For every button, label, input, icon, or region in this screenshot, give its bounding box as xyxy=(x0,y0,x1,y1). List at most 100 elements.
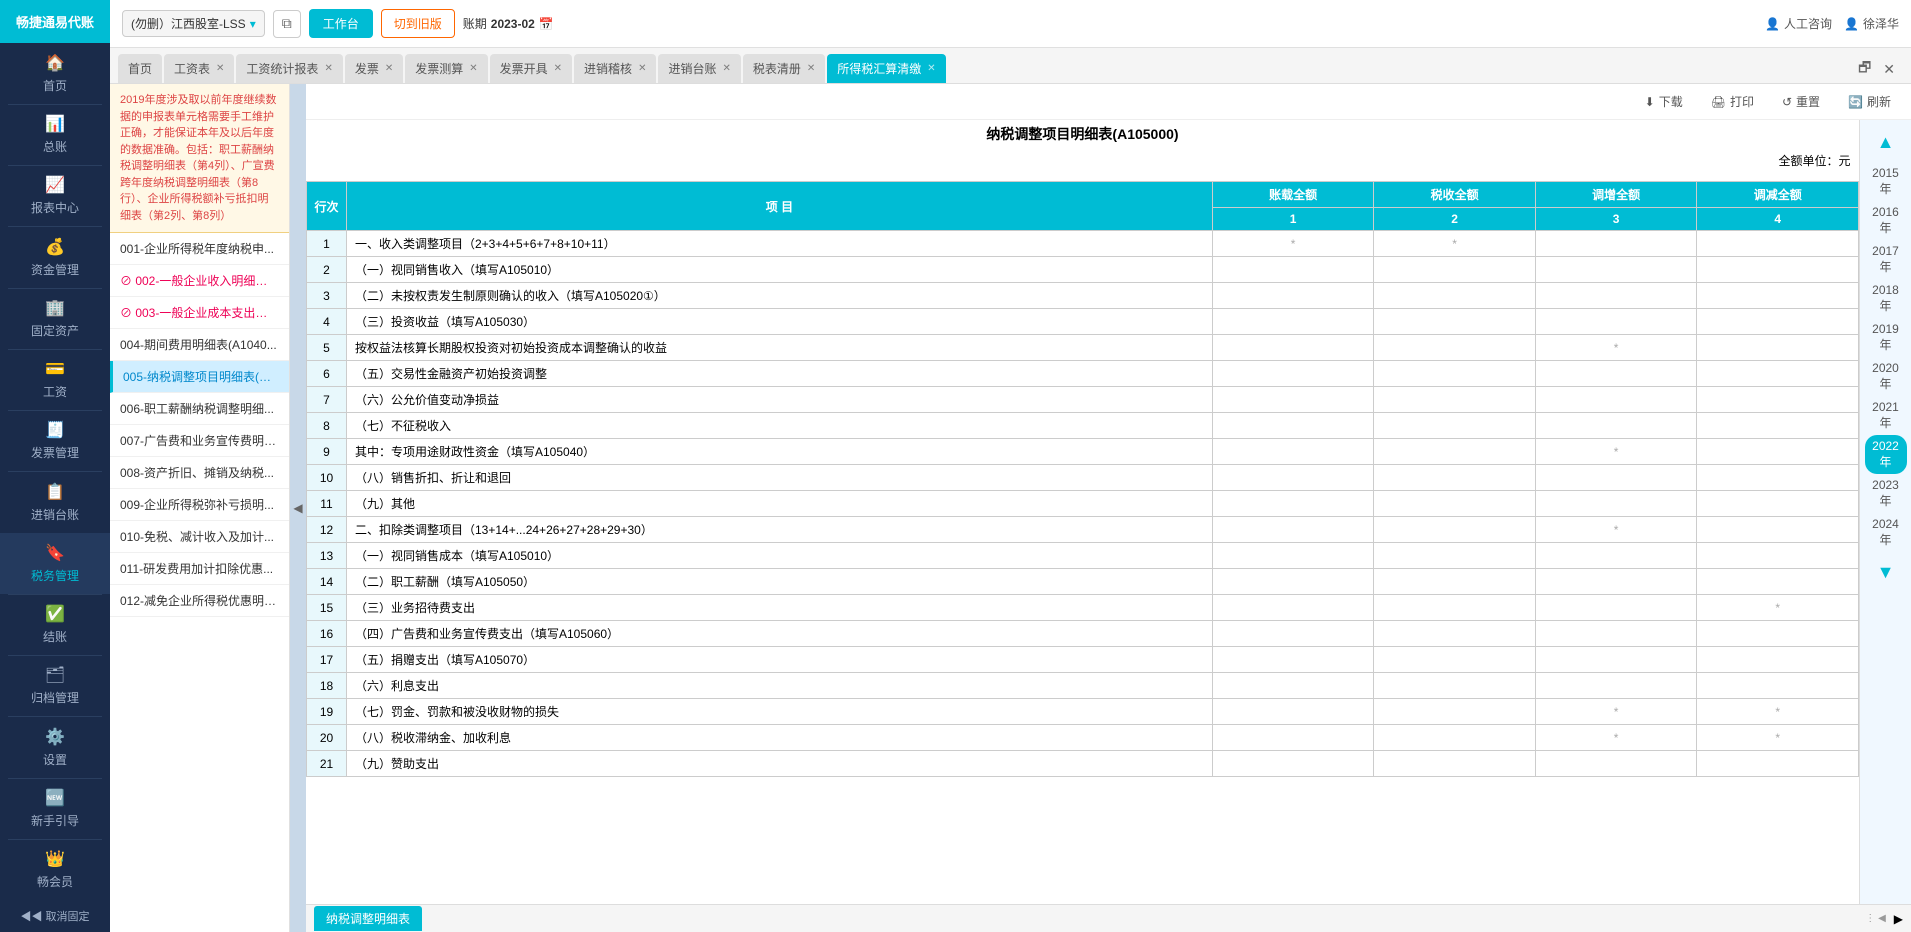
left-nav-004[interactable]: 004-期间费用明细表(A1040... xyxy=(110,329,289,361)
cell-c2[interactable] xyxy=(1374,751,1536,777)
cell-c1[interactable] xyxy=(1212,465,1374,491)
cell-c3[interactable]: * xyxy=(1535,335,1697,361)
tab-invoice-close[interactable]: ✕ xyxy=(385,63,393,74)
cell-c4[interactable]: * xyxy=(1697,725,1859,751)
cell-c1[interactable] xyxy=(1212,647,1374,673)
cell-c3[interactable] xyxy=(1535,309,1697,335)
tab-income-tax[interactable]: 所得税汇算清缴 ✕ xyxy=(827,54,945,83)
cell-c2[interactable] xyxy=(1374,387,1536,413)
left-nav-005[interactable]: 005-纳税调整项目明细表(A1... xyxy=(110,361,289,393)
left-nav-003[interactable]: ⊘ 003-一般企业成本支出明细... xyxy=(110,297,289,329)
cell-c2[interactable] xyxy=(1374,309,1536,335)
cell-c4[interactable]: * xyxy=(1697,699,1859,725)
cell-c4[interactable] xyxy=(1697,569,1859,595)
sidebar-item-asset-mgmt[interactable]: 💰 资金管理 xyxy=(0,227,110,288)
tab-income-tax-close[interactable]: ✕ xyxy=(927,63,935,74)
year-item[interactable]: 2024年 xyxy=(1865,513,1907,552)
tab-input-tax-close[interactable]: ✕ xyxy=(638,63,646,74)
tab-invoice[interactable]: 发票 ✕ xyxy=(345,54,403,83)
tab-salary-report[interactable]: 工资统计报表 ✕ xyxy=(236,54,342,83)
cell-c2[interactable] xyxy=(1374,335,1536,361)
cell-c4[interactable] xyxy=(1697,231,1859,257)
cell-c2[interactable] xyxy=(1374,491,1536,517)
sidebar-item-fixed-asset[interactable]: 🏢 固定资产 xyxy=(0,288,110,349)
cell-c3[interactable]: * xyxy=(1535,725,1697,751)
cell-c3[interactable] xyxy=(1535,621,1697,647)
cell-c4[interactable] xyxy=(1697,283,1859,309)
year-item[interactable]: 2019年 xyxy=(1865,318,1907,357)
cell-c1[interactable] xyxy=(1212,725,1374,751)
company-selector[interactable]: (勿删）江西股室-LSS ▾ xyxy=(122,10,265,37)
sidebar-item-settings[interactable]: ⚙️ 设置 xyxy=(0,717,110,778)
cell-c1[interactable] xyxy=(1212,335,1374,361)
download-button[interactable]: ⬇ 下载 xyxy=(1637,90,1691,113)
left-nav-006[interactable]: 006-职工薪酬纳税调整明细... xyxy=(110,393,289,425)
cell-c4[interactable] xyxy=(1697,621,1859,647)
cell-c4[interactable] xyxy=(1697,647,1859,673)
year-item[interactable]: 2016年 xyxy=(1865,201,1907,240)
cell-c2[interactable] xyxy=(1374,725,1536,751)
cell-c1[interactable] xyxy=(1212,699,1374,725)
sidebar-item-report-center[interactable]: 📈 报表中心 xyxy=(0,165,110,226)
cell-c2[interactable] xyxy=(1374,439,1536,465)
cell-c1[interactable] xyxy=(1212,491,1374,517)
cell-c3[interactable] xyxy=(1535,595,1697,621)
cell-c3[interactable] xyxy=(1535,751,1697,777)
sidebar-item-invoice-mgmt[interactable]: 🧾 发票管理 xyxy=(0,410,110,471)
left-nav-012[interactable]: 012-减免企业所得税优惠明细(... xyxy=(110,585,289,617)
cell-c2[interactable]: * xyxy=(1374,231,1536,257)
sidebar-item-tax-mgmt[interactable]: 🔖 税务管理 xyxy=(0,533,110,594)
cell-c2[interactable] xyxy=(1374,699,1536,725)
cell-c1[interactable] xyxy=(1212,283,1374,309)
tab-home[interactable]: 首页 xyxy=(118,54,162,83)
left-nav-010[interactable]: 010-免税、减计收入及加计... xyxy=(110,521,289,553)
year-scroll-down[interactable]: ▼ xyxy=(1868,554,1904,590)
cell-c1[interactable] xyxy=(1212,413,1374,439)
tab-tax-clear[interactable]: 税表清册 ✕ xyxy=(743,54,825,83)
cell-c3[interactable] xyxy=(1535,257,1697,283)
year-item[interactable]: 2023年 xyxy=(1865,474,1907,513)
cell-c3[interactable] xyxy=(1535,465,1697,491)
reset-button[interactable]: ↺ 重置 xyxy=(1774,90,1828,113)
cell-c1[interactable] xyxy=(1212,309,1374,335)
cell-c1[interactable] xyxy=(1212,569,1374,595)
tab-tax-clear-close[interactable]: ✕ xyxy=(807,63,815,74)
cell-c3[interactable]: * xyxy=(1535,517,1697,543)
scroll-right-icon[interactable]: ▶ xyxy=(1894,912,1903,926)
year-item[interactable]: 2020年 xyxy=(1865,357,1907,396)
sidebar-pin-toggle[interactable]: ◀◀ 取消固定 xyxy=(0,900,110,932)
cell-c4[interactable] xyxy=(1697,491,1859,517)
cell-c1[interactable] xyxy=(1212,439,1374,465)
cell-c2[interactable] xyxy=(1374,257,1536,283)
cell-c2[interactable] xyxy=(1374,413,1536,439)
tab-salary-close[interactable]: ✕ xyxy=(216,63,224,74)
tab-close-all-button[interactable]: ✕ xyxy=(1879,59,1899,80)
sidebar-item-input-ledger[interactable]: 📋 进销台账 xyxy=(0,472,110,533)
cell-c2[interactable] xyxy=(1374,647,1536,673)
support-button[interactable]: 👤 人工咨询 xyxy=(1765,15,1832,32)
tab-invoice-calc-close[interactable]: ✕ xyxy=(469,63,477,74)
tab-invoice-calc[interactable]: 发票测算 ✕ xyxy=(405,54,487,83)
year-item[interactable]: 2017年 xyxy=(1865,240,1907,279)
cell-c4[interactable] xyxy=(1697,673,1859,699)
cell-c2[interactable] xyxy=(1374,283,1536,309)
cell-c2[interactable] xyxy=(1374,673,1536,699)
left-nav-002[interactable]: ⊘ 002-一般企业收入明细表(A1... xyxy=(110,265,289,297)
sidebar-item-home[interactable]: 🏠 首页 xyxy=(0,43,110,104)
cell-c4[interactable] xyxy=(1697,751,1859,777)
user-profile[interactable]: 👤 徐泽华 xyxy=(1844,15,1899,32)
cell-c1[interactable] xyxy=(1212,361,1374,387)
year-item[interactable]: 2015年 xyxy=(1865,162,1907,201)
tab-input-tax[interactable]: 进销稽核 ✕ xyxy=(574,54,656,83)
calendar-icon[interactable]: 📅 xyxy=(539,17,554,31)
cell-c1[interactable] xyxy=(1212,257,1374,283)
cell-c2[interactable] xyxy=(1374,517,1536,543)
workbench-button[interactable]: 工作台 xyxy=(309,9,373,38)
cell-c2[interactable] xyxy=(1374,465,1536,491)
cell-c2[interactable] xyxy=(1374,595,1536,621)
left-nav-001[interactable]: 001-企业所得税年度纳税申... xyxy=(110,233,289,265)
cell-c3[interactable] xyxy=(1535,361,1697,387)
cell-c1[interactable] xyxy=(1212,621,1374,647)
cell-c2[interactable] xyxy=(1374,361,1536,387)
tab-salary-report-close[interactable]: ✕ xyxy=(324,63,332,74)
